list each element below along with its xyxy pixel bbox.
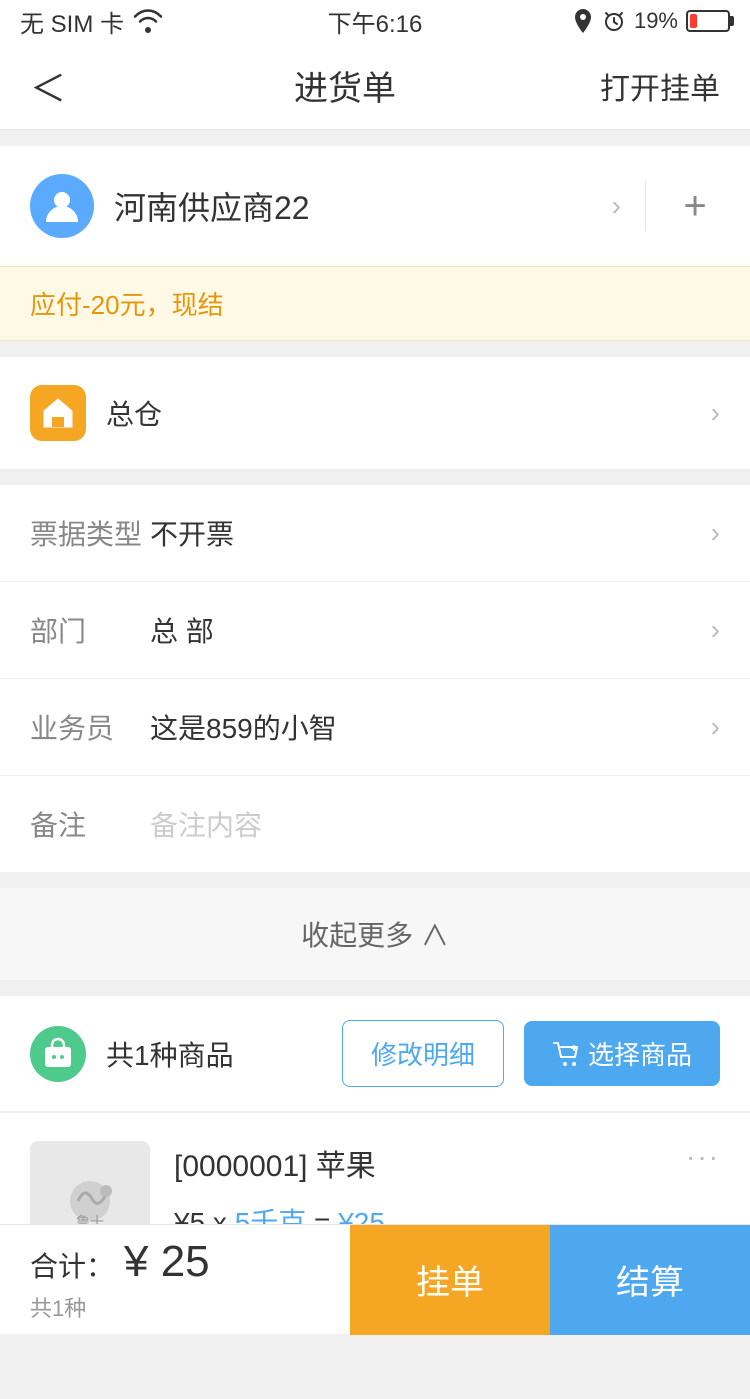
footer: 合计： ¥ 25 共1种 挂单 结算 — [0, 1224, 750, 1334]
nav-bar: ＜ 进货单 打开挂单 — [0, 42, 750, 130]
total-amount: ¥ 25 — [124, 1237, 210, 1287]
cart-icon — [552, 1041, 580, 1067]
warehouse-name: 总仓 — [106, 393, 711, 433]
collapse-label: 收起更多 ∧ — [301, 920, 449, 951]
salesperson-chevron: › — [711, 711, 720, 743]
product-count-label: 共1种商品 — [106, 1034, 322, 1074]
footer-sub: 共1种 — [30, 1291, 320, 1323]
warehouse-card: 总仓 › — [0, 357, 750, 469]
add-button[interactable]: + — [670, 184, 720, 229]
status-right: 19% — [572, 8, 730, 34]
edit-detail-button[interactable]: 修改明细 — [342, 1020, 504, 1087]
bill-type-chevron: › — [711, 517, 720, 549]
product-header: 共1种商品 修改明细 选择商品 — [0, 996, 750, 1111]
product-more-button[interactable]: ··· — [686, 1141, 720, 1173]
content: 河南供应商22 › + 应付-20元，现结 总仓 › 票据类型 不开票 — [0, 146, 750, 1399]
back-button[interactable]: ＜ — [30, 60, 90, 112]
product-code: [0000001] — [174, 1150, 316, 1183]
department-row[interactable]: 部门 总 部 › — [0, 582, 750, 679]
status-left: 无 SIM 卡 — [20, 4, 164, 39]
salesperson-row[interactable]: 业务员 这是859的小智 › — [0, 679, 750, 776]
pend-button[interactable]: 挂单 — [350, 1225, 550, 1335]
supplier-avatar — [30, 174, 94, 238]
footer-total: 合计： ¥ 25 共1种 — [0, 1237, 350, 1323]
alarm-icon — [602, 9, 626, 33]
product-name: [0000001] 苹果 — [174, 1141, 662, 1185]
salesperson-label: 业务员 — [30, 707, 150, 747]
select-product-label: 选择商品 — [588, 1035, 692, 1072]
department-label: 部门 — [30, 610, 150, 650]
sim-status: 无 SIM 卡 — [20, 4, 124, 39]
salesperson-value: 这是859的小智 — [150, 707, 711, 747]
battery-percent: 19% — [634, 8, 678, 34]
total-label: 合计： — [30, 1245, 114, 1285]
battery-icon — [686, 10, 730, 32]
select-product-button[interactable]: 选择商品 — [524, 1021, 720, 1086]
warehouse-chevron: › — [711, 397, 720, 429]
bill-type-row[interactable]: 票据类型 不开票 › — [0, 485, 750, 582]
wifi-icon — [132, 9, 164, 33]
remark-row[interactable]: 备注 备注内容 — [0, 776, 750, 872]
notice-text: 应付-20元，现结 — [30, 290, 224, 320]
remark-label: 备注 — [30, 804, 150, 844]
settle-button[interactable]: 结算 — [550, 1225, 750, 1335]
page-title: 进货单 — [294, 61, 396, 110]
status-bar: 无 SIM 卡 下午6:16 19% — [0, 0, 750, 42]
department-value: 总 部 — [150, 610, 711, 650]
open-pending-button[interactable]: 打开挂单 — [600, 64, 720, 108]
supplier-chevron: › — [612, 190, 621, 222]
product-count-icon — [30, 1026, 86, 1082]
vertical-divider — [645, 181, 646, 231]
bill-type-label: 票据类型 — [30, 513, 150, 553]
form-card: 票据类型 不开票 › 部门 总 部 › 业务员 这是859的小智 › 备注 备注… — [0, 485, 750, 872]
warehouse-row[interactable]: 总仓 › — [0, 357, 750, 469]
status-time: 下午6:16 — [328, 4, 423, 39]
department-chevron: › — [711, 614, 720, 646]
bill-type-value: 不开票 — [150, 513, 711, 553]
supplier-name: 河南供应商22 — [114, 183, 612, 229]
location-icon — [572, 8, 594, 34]
product-title: 苹果 — [316, 1150, 376, 1183]
supplier-card: 河南供应商22 › + 应付-20元，现结 — [0, 146, 750, 341]
supplier-row[interactable]: 河南供应商22 › + — [0, 146, 750, 266]
warehouse-icon — [30, 385, 86, 441]
collapse-bar[interactable]: 收起更多 ∧ — [0, 888, 750, 980]
notice-bar: 应付-20元，现结 — [0, 266, 750, 341]
remark-input[interactable]: 备注内容 — [150, 804, 720, 844]
